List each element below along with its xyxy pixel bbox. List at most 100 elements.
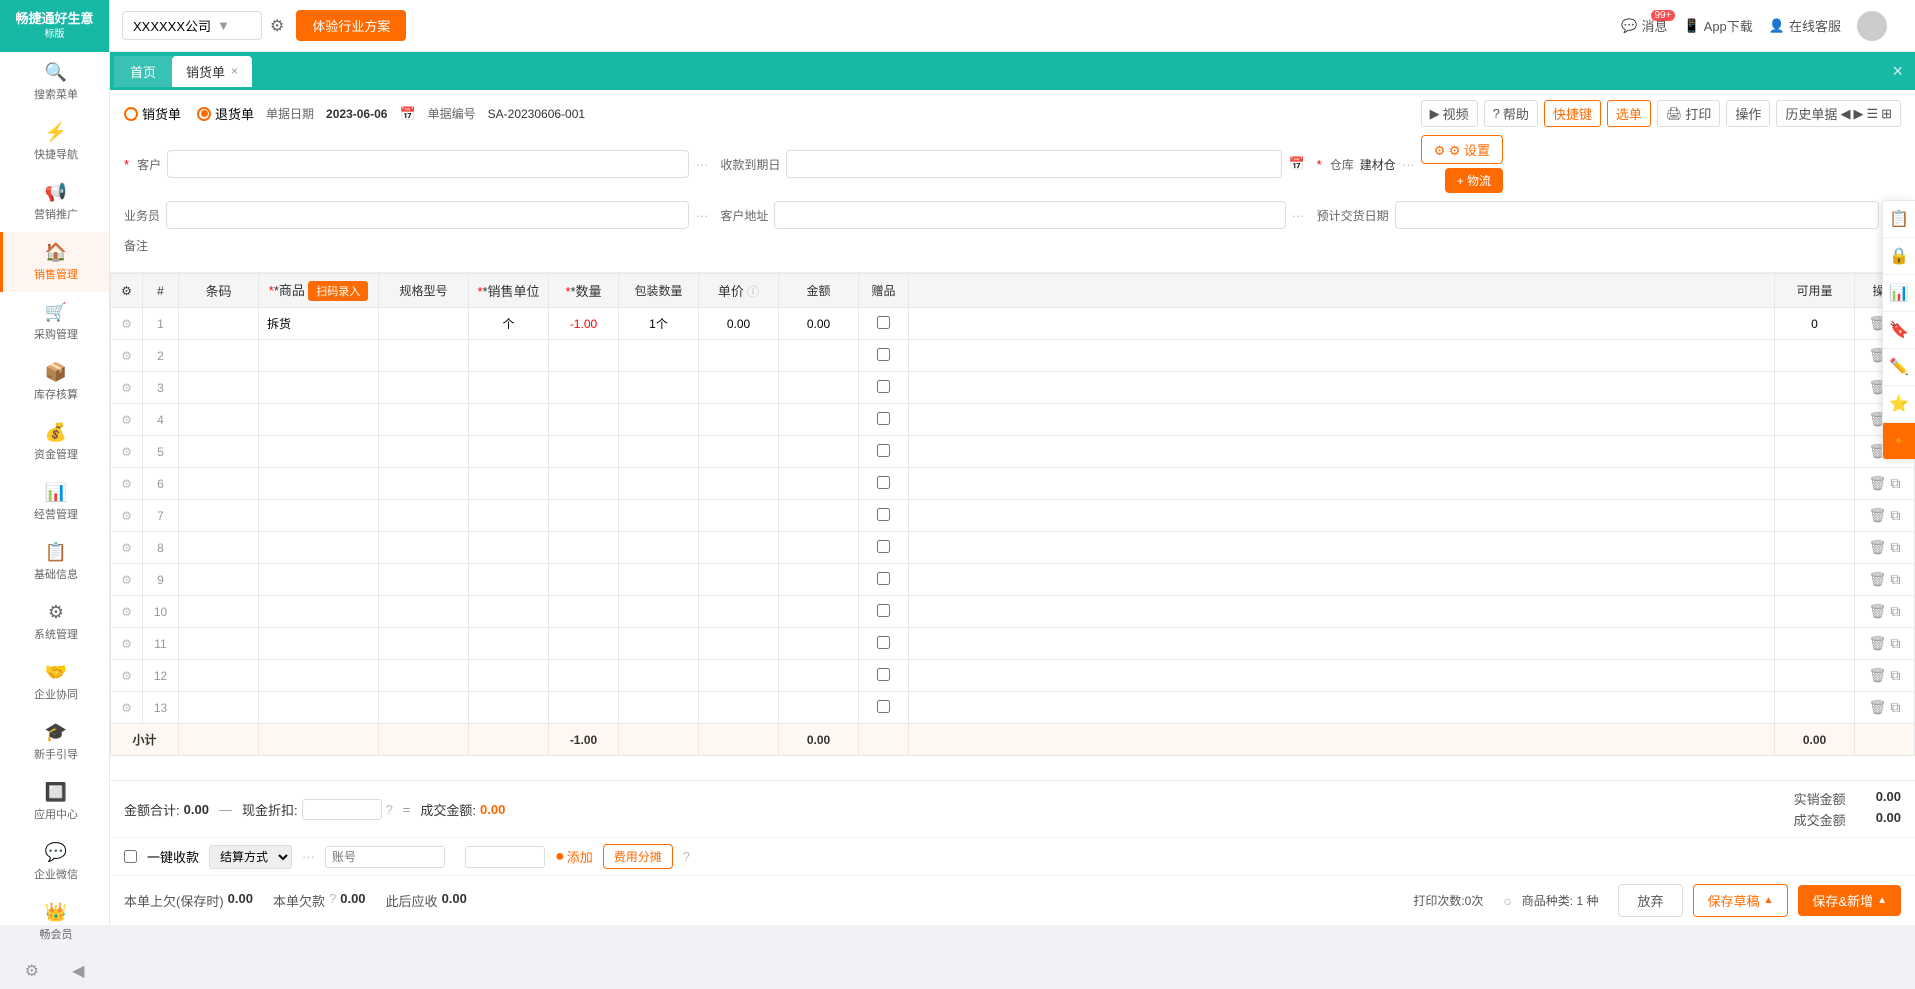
row-gift[interactable] bbox=[859, 372, 909, 404]
expected-date-input[interactable] bbox=[1395, 201, 1879, 229]
row-goods[interactable]: 拆货 bbox=[259, 308, 379, 340]
row-spec[interactable] bbox=[379, 596, 469, 628]
toolbar-video-btn[interactable]: ▶ 视频 bbox=[1421, 100, 1478, 127]
row-pkgqty[interactable] bbox=[619, 628, 699, 660]
save-new-button[interactable]: 保存&新增 ▲ bbox=[1798, 885, 1901, 916]
row-gift[interactable] bbox=[859, 692, 909, 724]
row-goods[interactable] bbox=[259, 564, 379, 596]
delete-row-button[interactable]: 🗑 bbox=[1869, 667, 1887, 684]
toolbar-print-btn[interactable]: 🖨 打印 bbox=[1657, 100, 1721, 127]
row-unit[interactable] bbox=[469, 500, 549, 532]
settings-button[interactable]: ⚙ ⚙ 设置 bbox=[1421, 135, 1503, 164]
row-unit[interactable] bbox=[469, 436, 549, 468]
row-goods[interactable] bbox=[259, 532, 379, 564]
company-selector[interactable]: XXXXXX公司 ▼ bbox=[122, 11, 262, 40]
row-unit[interactable]: 个 bbox=[469, 308, 549, 340]
row-gift[interactable] bbox=[859, 468, 909, 500]
row-barcode[interactable] bbox=[179, 532, 259, 564]
sidebar-item-inventory[interactable]: 📦 库存核算 bbox=[0, 352, 109, 412]
row-qty[interactable] bbox=[549, 564, 619, 596]
delete-row-button[interactable]: 🗑 bbox=[1869, 635, 1887, 652]
row-amount[interactable] bbox=[779, 500, 859, 532]
row-pkgqty[interactable] bbox=[619, 564, 699, 596]
row-goods[interactable] bbox=[259, 404, 379, 436]
delete-row-button[interactable]: 🗑 bbox=[1869, 699, 1887, 716]
expense-question-icon[interactable]: ? bbox=[683, 849, 690, 864]
row-goods[interactable] bbox=[259, 596, 379, 628]
sidebar-item-quicknav[interactable]: ⚡ 快捷导航 bbox=[0, 112, 109, 172]
avatar[interactable] bbox=[1857, 11, 1887, 41]
toolbar-shortcut-btn[interactable]: 快捷键 bbox=[1544, 100, 1601, 127]
sidebar-item-wechat[interactable]: 💬 企业微信 bbox=[0, 832, 109, 892]
row-spec[interactable] bbox=[379, 436, 469, 468]
row-qty[interactable] bbox=[549, 404, 619, 436]
row-barcode[interactable] bbox=[179, 340, 259, 372]
row-price[interactable]: 0.00 bbox=[699, 308, 779, 340]
sidebar-item-operations[interactable]: 📊 经营管理 bbox=[0, 472, 109, 532]
row-unit[interactable] bbox=[469, 660, 549, 692]
row-price[interactable] bbox=[699, 692, 779, 724]
radio-return[interactable]: 退货单 bbox=[197, 104, 254, 123]
th-settings[interactable]: ⚙ bbox=[111, 274, 143, 308]
row-spec[interactable] bbox=[379, 404, 469, 436]
row-pkgqty[interactable] bbox=[619, 468, 699, 500]
sidebar-item-collab[interactable]: 🤝 企业协同 bbox=[0, 652, 109, 712]
try-plan-button[interactable]: 体验行业方案 bbox=[296, 10, 406, 41]
settle-dots[interactable]: ··· bbox=[302, 849, 315, 864]
due-date-calendar-icon[interactable]: 📅 bbox=[1288, 156, 1304, 172]
row-pkgqty[interactable] bbox=[619, 436, 699, 468]
delete-row-button[interactable]: 🗑 bbox=[1869, 603, 1887, 620]
row-amount[interactable] bbox=[779, 692, 859, 724]
settle-method-select[interactable]: 结算方式 bbox=[209, 845, 292, 869]
warehouse-dots[interactable]: ··· bbox=[1402, 157, 1415, 172]
row-qty[interactable] bbox=[549, 692, 619, 724]
row-barcode[interactable] bbox=[179, 692, 259, 724]
row-barcode[interactable] bbox=[179, 564, 259, 596]
tab-home[interactable]: 首页 bbox=[114, 56, 172, 87]
sidebar-item-guide[interactable]: 🎓 新手引导 bbox=[0, 712, 109, 772]
row-pkgqty[interactable] bbox=[619, 532, 699, 564]
row-price[interactable] bbox=[699, 532, 779, 564]
row-gift[interactable] bbox=[859, 308, 909, 340]
row-qty[interactable] bbox=[549, 372, 619, 404]
row-goods[interactable] bbox=[259, 628, 379, 660]
date-calendar-icon[interactable]: 📅 bbox=[399, 106, 415, 122]
row-amount[interactable] bbox=[779, 436, 859, 468]
row-goods[interactable] bbox=[259, 340, 379, 372]
sidebar-item-basic[interactable]: 📋 基础信息 bbox=[0, 532, 109, 592]
row-amount[interactable] bbox=[779, 532, 859, 564]
row-unit[interactable] bbox=[469, 628, 549, 660]
one-click-pay-checkbox[interactable] bbox=[124, 850, 137, 863]
row-price[interactable] bbox=[699, 596, 779, 628]
row-amount[interactable] bbox=[779, 564, 859, 596]
row-price[interactable] bbox=[699, 628, 779, 660]
discount-input[interactable] bbox=[302, 799, 382, 820]
sidebar-item-marketing[interactable]: 📢 营销推广 bbox=[0, 172, 109, 232]
row-spec[interactable] bbox=[379, 564, 469, 596]
row-gift[interactable] bbox=[859, 628, 909, 660]
radio-sales[interactable]: 销货单 bbox=[124, 104, 181, 123]
app-download-item[interactable]: 📱 App下载 bbox=[1683, 16, 1752, 35]
row-gift[interactable] bbox=[859, 436, 909, 468]
row-gift[interactable] bbox=[859, 500, 909, 532]
row-price[interactable] bbox=[699, 468, 779, 500]
row-price[interactable] bbox=[699, 436, 779, 468]
row-price[interactable] bbox=[699, 564, 779, 596]
row-amount[interactable]: 0.00 bbox=[779, 308, 859, 340]
rfloat-orange[interactable]: 🔸 bbox=[1883, 423, 1915, 459]
row-qty[interactable] bbox=[549, 532, 619, 564]
row-spec[interactable] bbox=[379, 660, 469, 692]
row-pkgqty[interactable] bbox=[619, 692, 699, 724]
row-qty[interactable] bbox=[549, 660, 619, 692]
row-qty[interactable] bbox=[549, 500, 619, 532]
header-settings-icon[interactable]: ⚙ bbox=[270, 16, 284, 36]
sidebar-item-finance[interactable]: 💰 资金管理 bbox=[0, 412, 109, 472]
row-goods[interactable] bbox=[259, 500, 379, 532]
row-unit[interactable] bbox=[469, 372, 549, 404]
row-goods[interactable] bbox=[259, 468, 379, 500]
row-goods[interactable] bbox=[259, 692, 379, 724]
sidebar-collapse-icon[interactable]: ◀ bbox=[72, 961, 84, 981]
row-amount[interactable] bbox=[779, 468, 859, 500]
row-amount[interactable] bbox=[779, 628, 859, 660]
delete-row-button[interactable]: 🗑 bbox=[1869, 539, 1887, 556]
